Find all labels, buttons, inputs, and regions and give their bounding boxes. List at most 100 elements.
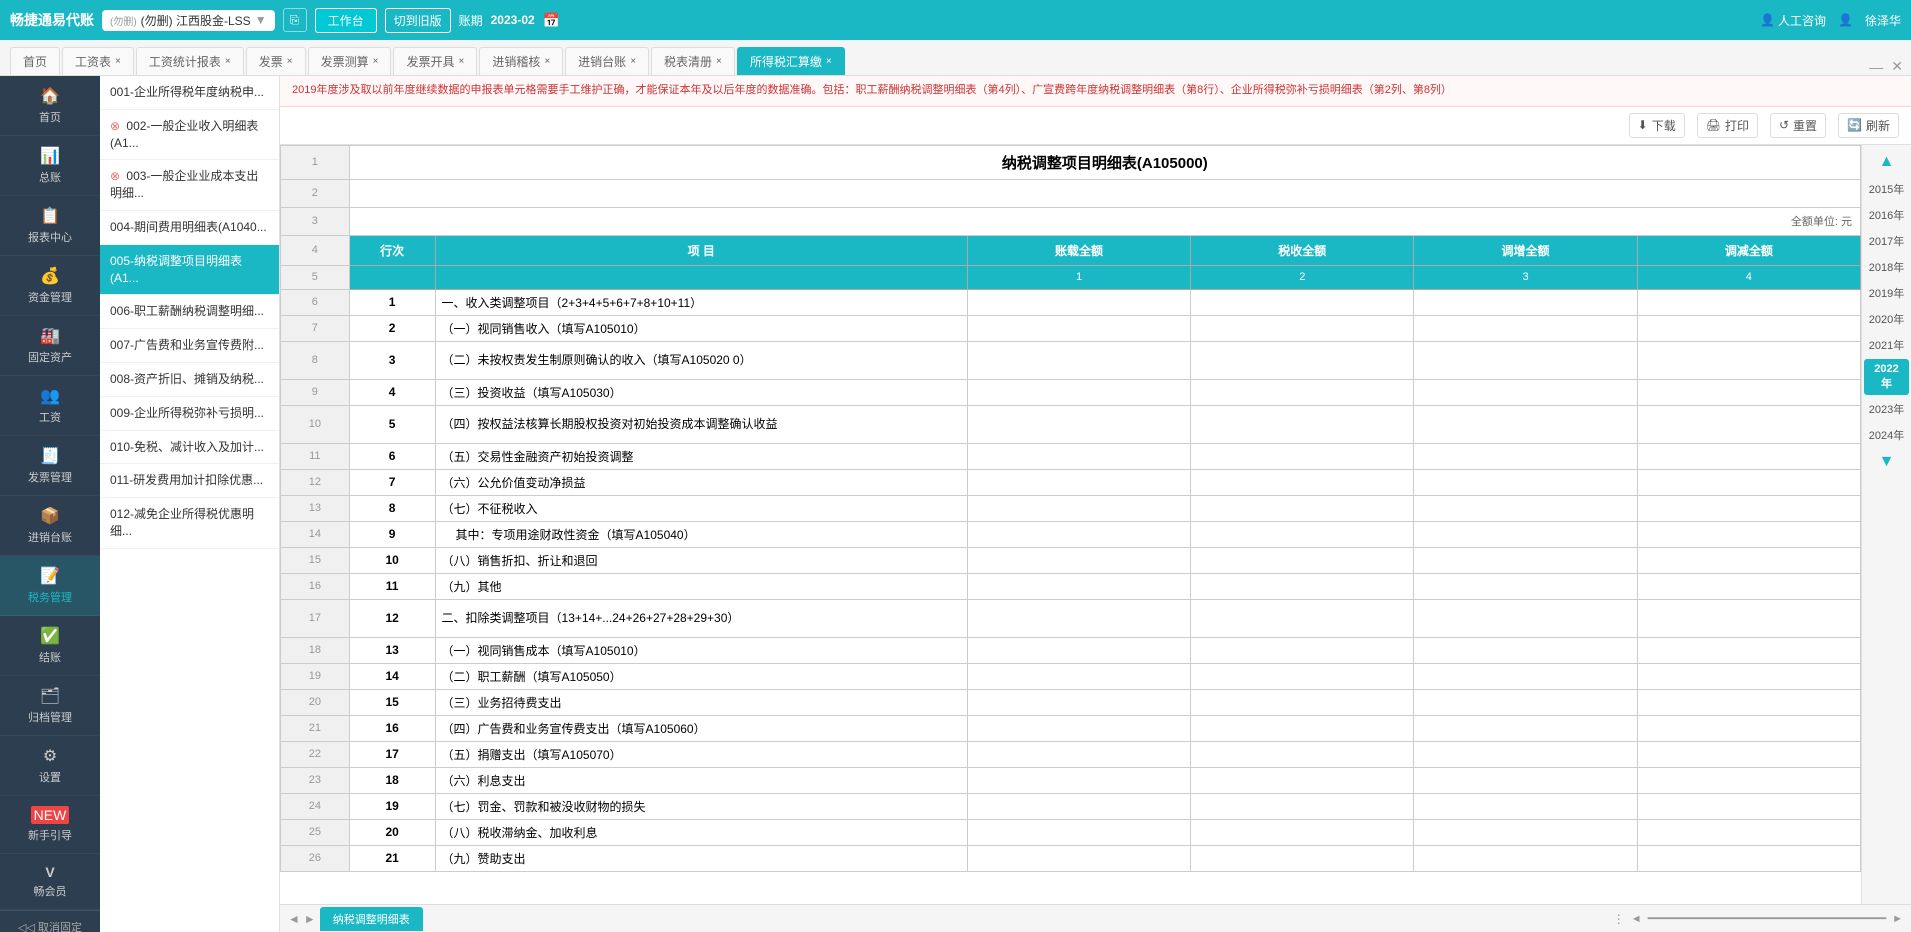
tab-purchase-audit-close[interactable]: × [544, 56, 550, 67]
year-2020[interactable]: 2020年 [1867, 307, 1906, 331]
refresh-icon: 🔄 [1847, 118, 1862, 132]
left-nav-item-006[interactable]: 006-职工薪酬纳税调整明细... [100, 295, 279, 329]
scrollbar-right[interactable]: ► [1892, 913, 1903, 925]
sidebar-item-tax[interactable]: 📝 税务管理 [0, 556, 100, 616]
consult-button[interactable]: 👤 人工咨询 [1760, 12, 1826, 29]
user-name: 徐泽华 [1865, 12, 1901, 29]
switch-button[interactable]: 切到旧版 [385, 8, 451, 33]
workbench-button[interactable]: 工作台 [315, 8, 377, 33]
sidebar-item-invoice[interactable]: 🧾 发票管理 [0, 436, 100, 496]
period-value: 2023-02 [491, 13, 535, 27]
left-nav-item-002[interactable]: ⊗ 002-一般企业收入明细表(A1... [100, 110, 279, 161]
tab-bar: 首页 工资表 × 工资统计报表 × 发票 × 发票测算 × 发票开具 × 进销稽… [0, 40, 1911, 76]
tab-minimize-icon[interactable]: — [1869, 59, 1883, 75]
sidebar-item-settings[interactable]: ⚙ 设置 [0, 736, 100, 796]
tab-invoice[interactable]: 发票 × [246, 47, 306, 75]
left-nav-item-005[interactable]: 005-纳税调整项目明细表(A1... [100, 245, 279, 296]
unpin-button[interactable]: ◁◁ 取消固定 [0, 910, 100, 932]
year-2021[interactable]: 2021年 [1867, 333, 1906, 357]
table-row: 22 17 （五）捐赠支出（填写A105070） [281, 741, 1861, 767]
table-subheader-row: 5 1 2 3 4 [281, 265, 1861, 289]
year-2015[interactable]: 2015年 [1862, 177, 1911, 201]
tab-payroll-report[interactable]: 工资统计报表 × [136, 47, 244, 75]
year-nav-down[interactable]: ▼ [1875, 449, 1899, 475]
sidebar-item-report[interactable]: 📋 报表中心 [0, 196, 100, 256]
year-2023[interactable]: 2023年 [1867, 397, 1906, 421]
people-icon: 👥 [40, 386, 60, 406]
sidebar-item-payroll[interactable]: 👥 工资 [0, 376, 100, 436]
tab-income-tax[interactable]: 所得税汇算缴 × [737, 47, 845, 75]
scroll-left-icon[interactable]: ⋮ [1613, 912, 1625, 926]
left-nav-item-010[interactable]: 010-免税、减计收入及加计... [100, 431, 279, 465]
year-2024[interactable]: 2024年 [1867, 423, 1906, 447]
table-wrapper: 1 纳税调整项目明细表(A105000) 2 3 [280, 145, 1861, 904]
sidebar-item-guide[interactable]: NEW 新手引导 [0, 796, 100, 854]
tab-invoice-calc-close[interactable]: × [373, 56, 379, 67]
sidebar-item-general-ledger[interactable]: 📊 总账 [0, 136, 100, 196]
download-icon: ⬇ [1638, 118, 1648, 132]
period-label: 账期 [459, 12, 483, 29]
company-selector[interactable]: (勿删) (勿删) 江西股金-LSS ▼ [102, 10, 275, 31]
calendar-icon[interactable]: 📅 [543, 12, 560, 29]
tab-purchase-ledger[interactable]: 进销台账 × [565, 47, 649, 75]
copy-icon[interactable]: ⎘ [283, 8, 307, 32]
year-2017[interactable]: 2017年 [1867, 229, 1906, 253]
left-nav-item-003[interactable]: ⊗ 003-一般企业业成本支出明细... [100, 160, 279, 211]
member-icon: V [45, 864, 54, 880]
nav-collapse-btn[interactable]: ◁ [279, 484, 280, 524]
year-2019[interactable]: 2019年 [1867, 281, 1906, 305]
report-icon: 📋 [40, 206, 60, 226]
year-nav-up[interactable]: ▲ [1875, 149, 1899, 175]
download-button[interactable]: ⬇ 下载 [1629, 113, 1685, 138]
sidebar-item-archive[interactable]: 🗂 归档管理 [0, 676, 100, 736]
tab-invoice-close[interactable]: × [287, 56, 293, 67]
left-nav-item-004[interactable]: 004-期间费用明细表(A1040... [100, 211, 279, 245]
sidebar-item-member[interactable]: V 畅会员 [0, 854, 100, 910]
tab-invoice-issue[interactable]: 发票开具 × [393, 47, 477, 75]
gear-icon: ⚙ [43, 746, 57, 766]
reset-button[interactable]: ↺ 重置 [1770, 113, 1826, 138]
left-nav-item-008[interactable]: 008-资产折旧、摊销及纳税... [100, 363, 279, 397]
year-2016[interactable]: 2016年 [1867, 203, 1906, 227]
sidebar-item-settlement[interactable]: ✅ 结账 [0, 616, 100, 676]
left-nav-item-012[interactable]: 012-减免企业所得税优惠明细... [100, 498, 279, 549]
home-icon: 🏠 [40, 86, 60, 106]
sidebar-item-fund[interactable]: 💰 资金管理 [0, 256, 100, 316]
sidebar-item-home[interactable]: 🏠 首页 [0, 76, 100, 136]
tab-invoice-issue-close[interactable]: × [458, 56, 464, 67]
print-button[interactable]: 🖨 打印 [1697, 113, 1758, 138]
tab-tax-clear[interactable]: 税表清册 × [651, 47, 735, 75]
sidebar-item-purchase-sales[interactable]: 📦 进销台账 [0, 496, 100, 556]
chart-icon: 📊 [40, 146, 60, 166]
tab-purchase-audit[interactable]: 进销稽核 × [479, 47, 563, 75]
tab-income-tax-close[interactable]: × [826, 56, 832, 67]
left-nav-item-007[interactable]: 007-广告费和业务宣传费附... [100, 329, 279, 363]
tab-invoice-calc[interactable]: 发票测算 × [308, 47, 392, 75]
sidebar-item-fixed-assets[interactable]: 🏭 固定资产 [0, 316, 100, 376]
scrollbar-track[interactable]: ━━━━━━━━━━━━━━━━━━━━━━━━━━━━━━━━━━━━ [1648, 912, 1886, 925]
prev-sheet-btn[interactable]: ◄ [288, 912, 300, 926]
table-header-row: 4 行次 项 目 账载全额 税收全额 调增全额 调减全额 [281, 235, 1861, 265]
bottom-tab-tax[interactable]: 纳税调整明细表 [320, 907, 423, 931]
table-row: 3 全额单位: 元 [281, 207, 1861, 235]
chevron-down-icon: ▼ [255, 13, 267, 27]
refresh-button[interactable]: 🔄 刷新 [1838, 113, 1899, 138]
year-2018[interactable]: 2018年 [1867, 255, 1906, 279]
tab-close-all-icon[interactable]: ✕ [1891, 58, 1903, 75]
tab-purchase-ledger-close[interactable]: × [630, 56, 636, 67]
topbar: 畅捷通易代账 (勿删) (勿删) 江西股金-LSS ▼ ⎘ 工作台 切到旧版 账… [0, 0, 1911, 40]
left-nav-item-009[interactable]: 009-企业所得税弥补亏损明... [100, 397, 279, 431]
left-nav-item-001[interactable]: 001-企业所得税年度纳税申... [100, 76, 279, 110]
next-sheet-btn[interactable]: ► [304, 912, 316, 926]
topbar-right: 👤 人工咨询 👤 徐泽华 [1760, 12, 1901, 29]
company-label: (勿删) [110, 13, 137, 28]
tab-payroll[interactable]: 工资表 × [62, 47, 134, 75]
tab-tax-clear-close[interactable]: × [716, 56, 722, 67]
left-nav-item-011[interactable]: 011-研发费用加计扣除优惠... [100, 464, 279, 498]
tab-payroll-close[interactable]: × [115, 56, 121, 67]
tab-home[interactable]: 首页 [10, 47, 60, 75]
tab-payroll-report-close[interactable]: × [225, 56, 231, 67]
year-2022[interactable]: 2022年 [1864, 359, 1908, 395]
table-row: 26 21 （九）赞助支出 [281, 845, 1861, 871]
new-icon: NEW [31, 806, 70, 824]
